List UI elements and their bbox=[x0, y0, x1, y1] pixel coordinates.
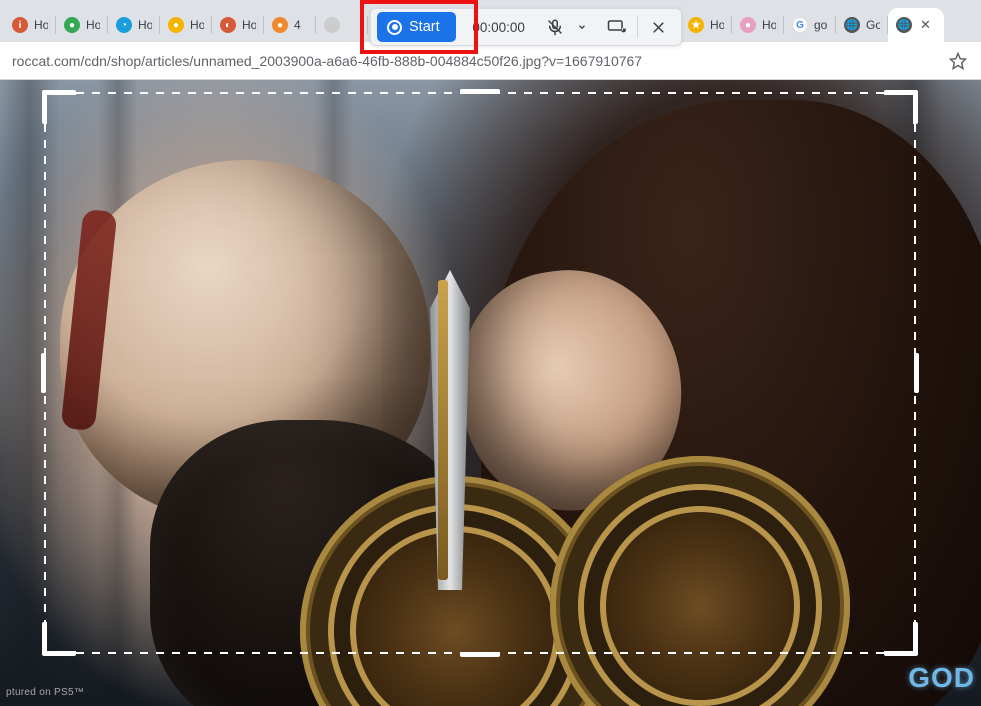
favicon-icon: ● bbox=[168, 17, 184, 33]
favicon-icon: i bbox=[12, 17, 28, 33]
tab-label: Ho bbox=[190, 18, 204, 32]
page-content-image: ptured on PS5™ GOD bbox=[0, 80, 981, 706]
sword-blade-gold-trim bbox=[438, 280, 448, 580]
globe-icon: 🌐 bbox=[844, 17, 860, 33]
game-logo-text: GOD bbox=[908, 662, 975, 694]
tab-label: Ho bbox=[242, 18, 256, 32]
toolbar-separator bbox=[637, 16, 638, 38]
address-bar: roccat.com/cdn/shop/articles/unnamed_200… bbox=[0, 42, 981, 80]
tab-label: 4 bbox=[294, 18, 301, 32]
browser-tab-6[interactable] bbox=[316, 8, 368, 42]
browser-tab-5[interactable]: ● 4 bbox=[264, 8, 316, 42]
url-text[interactable]: roccat.com/cdn/shop/articles/unnamed_200… bbox=[12, 53, 939, 69]
favicon-icon: ◔ bbox=[116, 17, 132, 33]
screen-share-icon[interactable] bbox=[603, 14, 629, 40]
tab-label: Go bbox=[866, 18, 880, 32]
microphone-options-chevron-icon[interactable] bbox=[569, 14, 595, 40]
favicon-icon bbox=[324, 17, 340, 33]
tab-label: Ho bbox=[86, 18, 100, 32]
shield-right bbox=[550, 456, 850, 706]
tab-label: Ho bbox=[34, 18, 48, 32]
favicon-icon: ◐ bbox=[220, 17, 236, 33]
favicon-icon: G bbox=[792, 17, 808, 33]
browser-tab-2[interactable]: ◔ Ho bbox=[108, 8, 160, 42]
globe-icon: 🌐 bbox=[896, 17, 912, 33]
browser-tab-4[interactable]: ◐ Ho bbox=[212, 8, 264, 42]
browser-tab-14[interactable]: ● Ho bbox=[732, 8, 784, 42]
start-button-label: Start bbox=[409, 19, 440, 35]
tab-label: Ho bbox=[138, 18, 152, 32]
browser-tab-0[interactable]: i Ho bbox=[4, 8, 56, 42]
capture-watermark: ptured on PS5™ bbox=[0, 685, 90, 700]
screen-recorder-toolbar[interactable]: Start 00:00:00 bbox=[370, 8, 682, 46]
shields-group bbox=[300, 446, 820, 706]
favicon-icon: ★ bbox=[688, 17, 704, 33]
browser-tab-13[interactable]: ★ Ho bbox=[680, 8, 732, 42]
close-recorder-icon[interactable] bbox=[646, 14, 672, 40]
favicon-icon: ● bbox=[64, 17, 80, 33]
favicon-icon: ● bbox=[272, 17, 288, 33]
tab-close-icon[interactable]: ✕ bbox=[920, 17, 931, 33]
start-recording-button[interactable]: Start bbox=[377, 12, 456, 42]
browser-tab-16[interactable]: 🌐 Go bbox=[836, 8, 888, 42]
browser-tab-1[interactable]: ● Ho bbox=[56, 8, 108, 42]
browser-tab-15[interactable]: G go bbox=[784, 8, 836, 42]
tab-label: Ho bbox=[710, 18, 724, 32]
bookmark-star-icon[interactable] bbox=[947, 50, 969, 72]
microphone-muted-icon[interactable] bbox=[542, 14, 568, 40]
browser-tab-active[interactable]: 🌐 ✕ bbox=[888, 8, 944, 42]
record-icon bbox=[387, 20, 402, 35]
tab-label: Ho bbox=[762, 18, 776, 32]
recording-timer: 00:00:00 bbox=[464, 20, 534, 35]
favicon-icon: ● bbox=[740, 17, 756, 33]
browser-tab-3[interactable]: ● Ho bbox=[160, 8, 212, 42]
tab-label: go bbox=[814, 18, 827, 32]
